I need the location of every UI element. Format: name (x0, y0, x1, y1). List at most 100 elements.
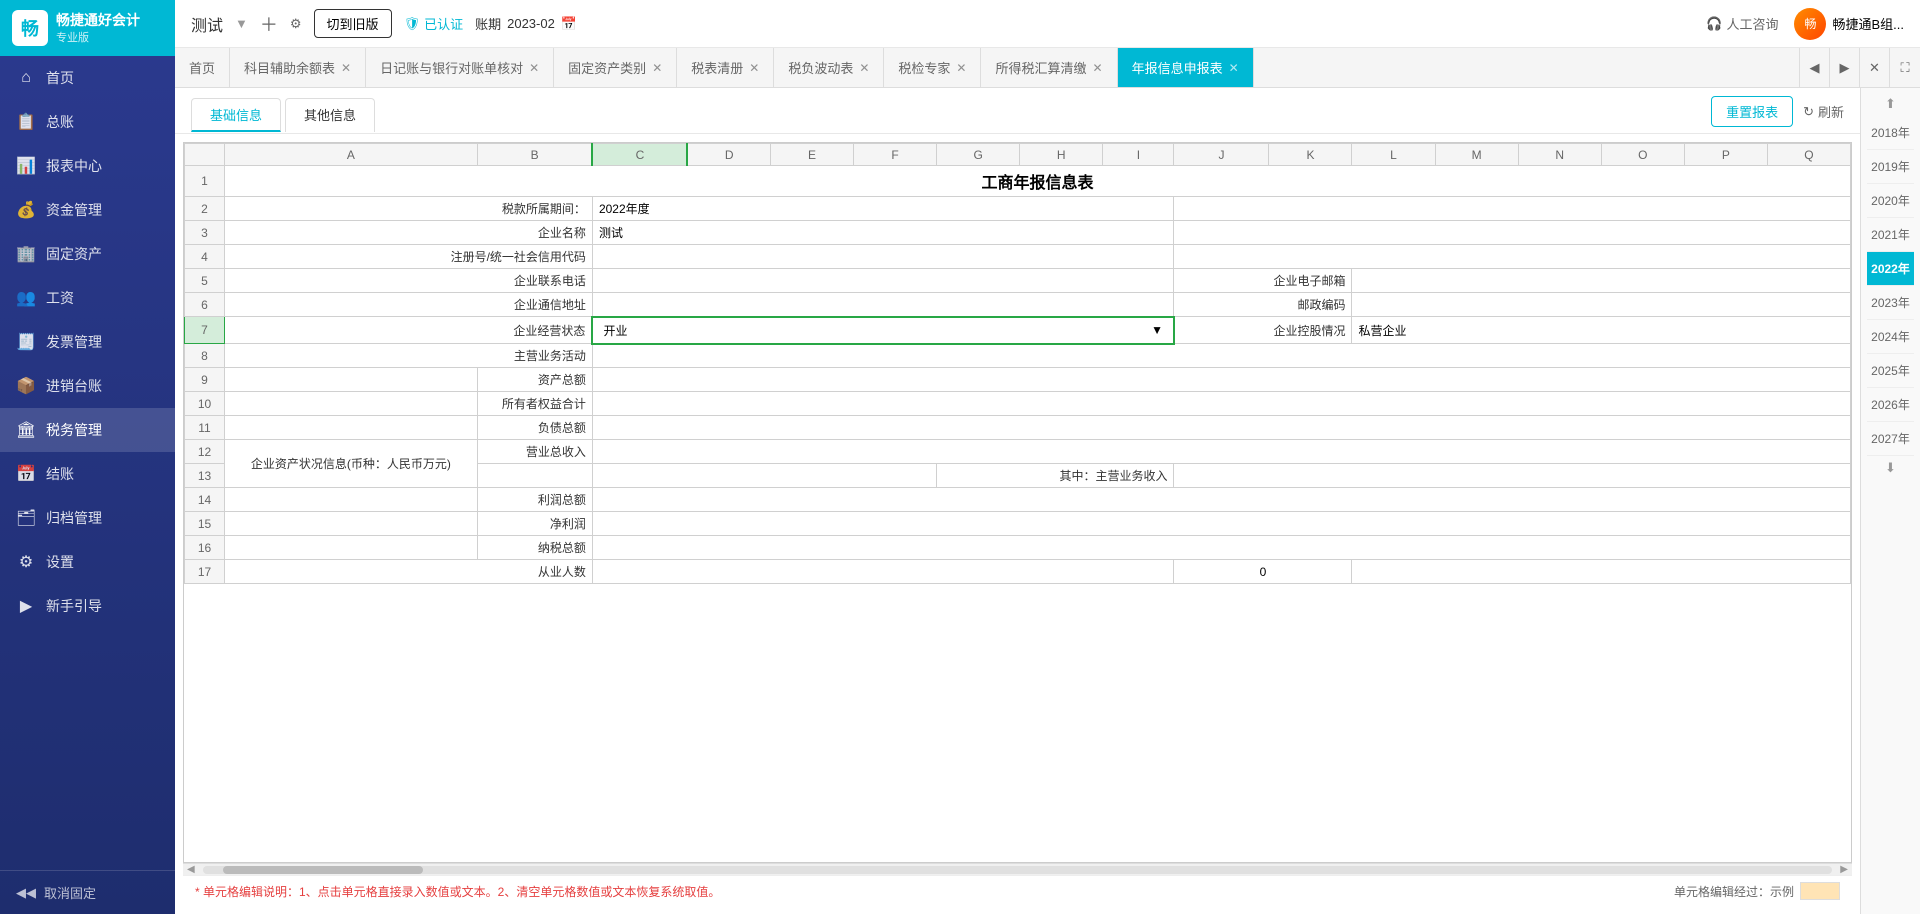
row3-value[interactable]: 测试 (592, 221, 1174, 245)
tab-close-assets[interactable]: ✕ (652, 61, 662, 75)
row2-empty[interactable] (1174, 197, 1851, 221)
year-item-2020[interactable]: 2020年 (1867, 184, 1914, 218)
topbar-gear-icon[interactable]: ⚙ (290, 16, 302, 32)
sidebar-item-settings[interactable]: ⚙设置 (0, 540, 175, 584)
row7-holding-value[interactable]: 私营企业 (1352, 317, 1851, 344)
corner-header (185, 144, 225, 166)
h-scrollbar[interactable]: ◀ ▶ (183, 863, 1852, 875)
headset-icon: 🎧 (1706, 16, 1722, 32)
sidebar-item-archive[interactable]: 🗂归档管理 (0, 496, 175, 540)
row14-value[interactable] (592, 488, 1850, 512)
tabs-next-button[interactable]: ▶ (1830, 48, 1860, 88)
h-scroll-thumb[interactable] (223, 866, 423, 874)
dropdown-container[interactable]: 开业 ▼ (599, 321, 1167, 340)
tab-income[interactable]: 所得税汇算清缴✕ (981, 48, 1117, 88)
tab-home[interactable]: 首页 (175, 48, 230, 88)
year-nav-down-button[interactable]: ⬇ (1861, 456, 1920, 480)
row17-label: 从业人数 (225, 560, 593, 584)
row4-label: 注册号/统一社会信用代码 (225, 245, 593, 269)
scroll-left-icon[interactable]: ◀ (183, 864, 199, 875)
tab-assets[interactable]: 固定资产类别✕ (554, 48, 677, 88)
row13-main-revenue-value[interactable] (1174, 464, 1851, 488)
sidebar-item-inventory[interactable]: 📦进销台账 (0, 364, 175, 408)
table-row: 2 税款所属期间： 2022年度 (185, 197, 1851, 221)
tab-taxreturn[interactable]: 税表清册✕ (677, 48, 774, 88)
refresh-button[interactable]: ↻ 刷新 (1803, 102, 1844, 121)
tabs-expand-button[interactable]: ⛶ (1890, 48, 1920, 88)
row17-value2[interactable]: 0 (1174, 560, 1352, 584)
tab-close-aux[interactable]: ✕ (341, 61, 351, 75)
year-item-2021[interactable]: 2021年 (1867, 218, 1914, 252)
row8-value[interactable] (592, 344, 1850, 368)
tab-close-journal[interactable]: ✕ (529, 61, 539, 75)
row6-address[interactable] (592, 293, 1174, 317)
table-row: 15 净利润 (185, 512, 1851, 536)
user-menu[interactable]: 畅 畅捷通B组... (1794, 8, 1904, 40)
pin-button[interactable]: ◀◀ 取消固定 (0, 871, 175, 914)
tabs-prev-button[interactable]: ◀ (1800, 48, 1830, 88)
tab-close-income[interactable]: ✕ (1093, 61, 1103, 75)
sidebar-item-funds[interactable]: 💰资金管理 (0, 188, 175, 232)
tab-annual[interactable]: 年报信息申报表✕ (1118, 48, 1254, 88)
sidebar-label-archive: 归档管理 (46, 508, 102, 528)
row2-value[interactable]: 2022年度 (592, 197, 1174, 221)
year-item-2027[interactable]: 2027年 (1867, 422, 1914, 456)
tax-icon: 🏛 (16, 420, 36, 440)
row7-status-dropdown[interactable]: 开业 ▼ (592, 317, 1174, 344)
row17-value3[interactable] (1352, 560, 1851, 584)
row5-phone[interactable] (592, 269, 1174, 293)
sidebar-item-ledger[interactable]: 📋总账 (0, 100, 175, 144)
sidebar-item-tax[interactable]: 🏛税务管理 (0, 408, 175, 452)
row4-empty[interactable] (1174, 245, 1851, 269)
row11-value[interactable] (592, 416, 1850, 440)
switch-version-button[interactable]: 切到旧版 (314, 9, 392, 38)
tab-taxcheck[interactable]: 税检专家✕ (884, 48, 981, 88)
row15-value[interactable] (592, 512, 1850, 536)
year-item-2025[interactable]: 2025年 (1867, 354, 1914, 388)
consult-button[interactable]: 🎧 人工咨询 (1706, 14, 1778, 33)
row16-value[interactable] (592, 536, 1850, 560)
row5-email-value[interactable] (1352, 269, 1851, 293)
tab-close-taxwave[interactable]: ✕ (859, 61, 869, 75)
tab-close-taxreturn[interactable]: ✕ (749, 61, 759, 75)
tab-aux[interactable]: 科目辅助余额表✕ (230, 48, 366, 88)
row14-label: 利润总额 (477, 488, 592, 512)
year-item-2022[interactable]: 2022年 (1867, 252, 1914, 286)
sub-tab-basic[interactable]: 基础信息 (191, 98, 281, 132)
row12-revenue-value[interactable] (592, 440, 1850, 464)
calendar-icon[interactable]: 📅 (561, 16, 577, 32)
spreadsheet[interactable]: A B C D E F G H I J K L (183, 142, 1852, 863)
sidebar-item-home[interactable]: ⌂首页 (0, 56, 175, 100)
tab-close-annual[interactable]: ✕ (1229, 61, 1239, 75)
tabs-close-button[interactable]: ✕ (1860, 48, 1890, 88)
period-display: 账期 2023-02 📅 (475, 14, 577, 33)
sidebar-item-reports[interactable]: 📊报表中心 (0, 144, 175, 188)
row9-value[interactable] (592, 368, 1850, 392)
scroll-right-icon[interactable]: ▶ (1836, 864, 1852, 875)
year-item-2019[interactable]: 2019年 (1867, 150, 1914, 184)
year-item-2026[interactable]: 2026年 (1867, 388, 1914, 422)
dropdown-arrow-icon[interactable]: ▼ (1151, 323, 1163, 337)
topbar-add-icon[interactable]: ＋ (260, 11, 278, 37)
sub-tab-other[interactable]: 其他信息 (285, 98, 375, 132)
sidebar-item-invoice[interactable]: 🧾发票管理 (0, 320, 175, 364)
year-item-2018[interactable]: 2018年 (1867, 116, 1914, 150)
topbar-chevron-icon[interactable]: ▼ (235, 16, 248, 31)
sidebar-item-payroll[interactable]: 👥工资 (0, 276, 175, 320)
row10-value[interactable] (592, 392, 1850, 416)
row6-zip-value[interactable] (1352, 293, 1851, 317)
year-item-2024[interactable]: 2024年 (1867, 320, 1914, 354)
tab-close-taxcheck[interactable]: ✕ (956, 61, 966, 75)
row3-empty[interactable] (1174, 221, 1851, 245)
tab-journal[interactable]: 日记账与银行对账单核对✕ (366, 48, 554, 88)
sidebar-item-assets[interactable]: 🏢固定资产 (0, 232, 175, 276)
sidebar-item-close[interactable]: 📅结账 (0, 452, 175, 496)
reset-button[interactable]: 重置报表 (1711, 96, 1793, 127)
sidebar-item-guide[interactable]: ▶新手引导 (0, 584, 175, 628)
tab-taxwave[interactable]: 税负波动表✕ (774, 48, 884, 88)
year-nav-up-button[interactable]: ⬆ (1861, 92, 1920, 116)
row4-value[interactable] (592, 245, 1174, 269)
year-item-2023[interactable]: 2023年 (1867, 286, 1914, 320)
row17-value1[interactable] (592, 560, 1174, 584)
sheet-title-cell[interactable]: 工商年报信息表 (225, 166, 1851, 197)
